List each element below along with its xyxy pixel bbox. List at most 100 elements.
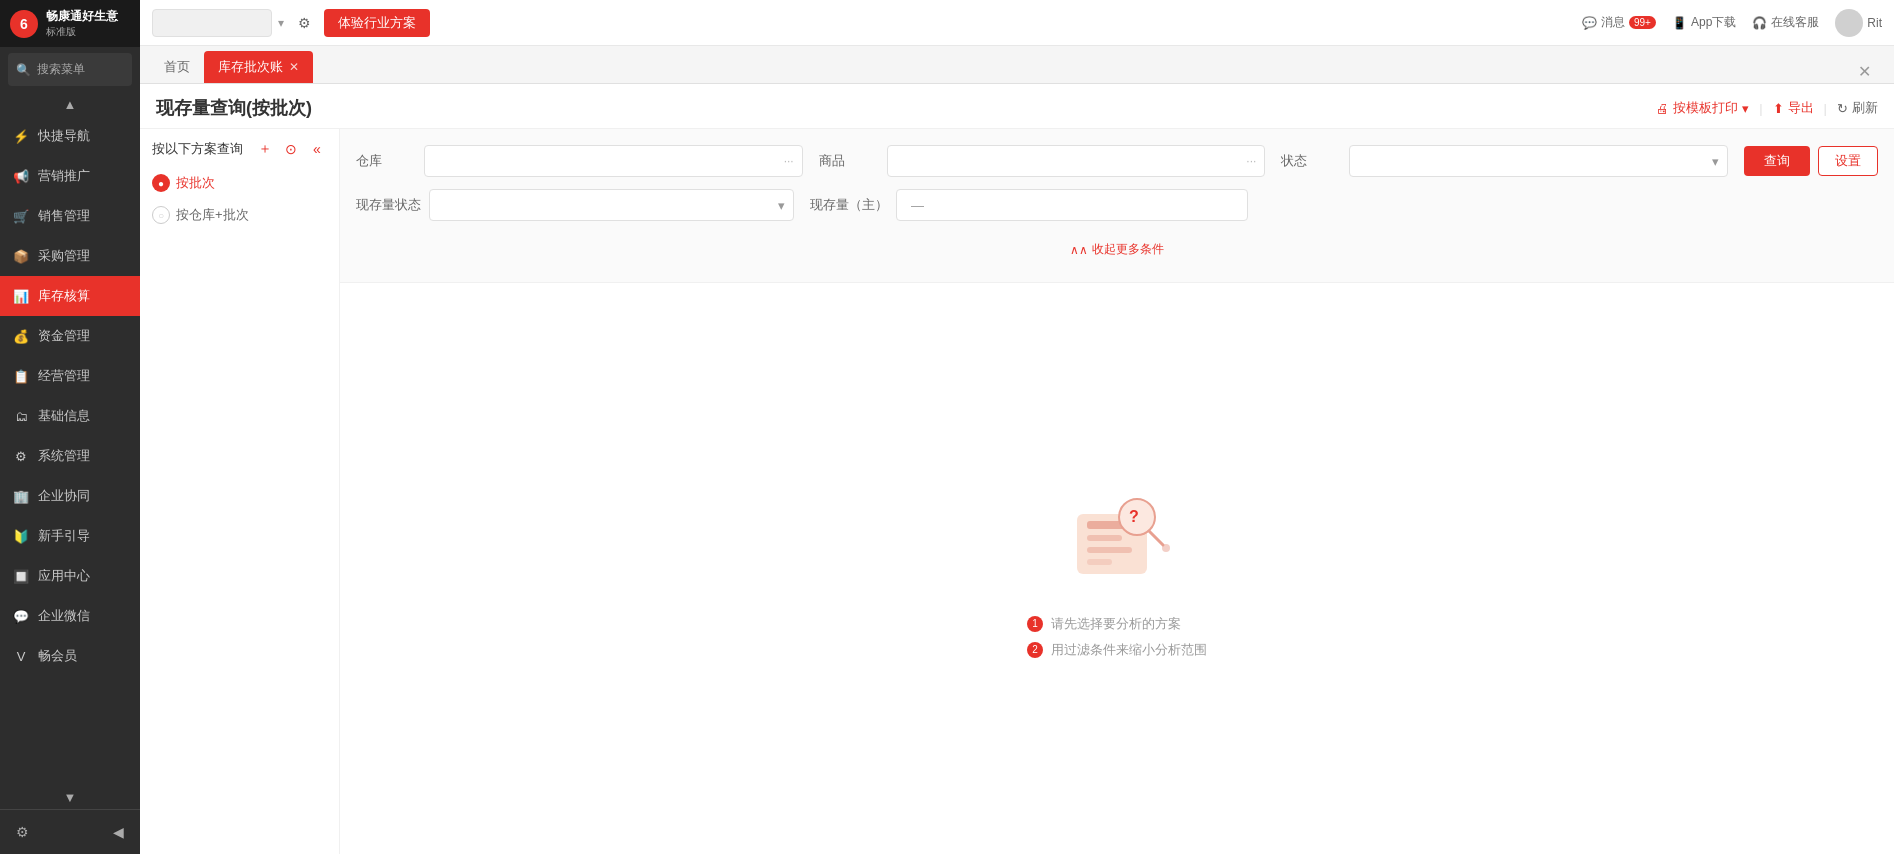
svg-point-8: [1162, 544, 1170, 552]
status-dropdown-icon: ▾: [1712, 154, 1719, 169]
topbar: ▾ ⚙ 体验行业方案 💬 消息 99+ 📱 App下载 🎧 在线客服 Rit: [140, 0, 1894, 46]
scheme-by-warehouse-batch[interactable]: ○ 按仓库+批次: [140, 199, 339, 231]
filter-row-1: 仓库 ··· 商品 ···: [356, 145, 1878, 177]
sidebar-item-label: 营销推广: [38, 167, 90, 185]
sidebar-scroll-up[interactable]: ▲: [0, 92, 140, 116]
settings-btn[interactable]: 设置: [1818, 146, 1878, 176]
filter-warehouse: 仓库 ···: [356, 145, 803, 177]
content-area: 现存量查询(按批次) 🖨 按模板打印 ▾ | ⬆ 导出 | ↻ 刷新: [140, 84, 1894, 854]
guide-icon: 🔰: [12, 527, 30, 545]
company-name: 畅康通好生意: [46, 8, 118, 25]
sidebar-item-apps[interactable]: 🔲 应用中心: [0, 556, 140, 596]
empty-state: ? 1 请先选择要分析的方案 2 用过滤条件来缩小分析范围: [340, 283, 1894, 854]
status-label: 状态: [1281, 152, 1341, 170]
collapse-panel-btn[interactable]: «: [307, 139, 327, 159]
empty-tips: 1 请先选择要分析的方案 2 用过滤条件来缩小分析范围: [1027, 615, 1207, 659]
user-action[interactable]: Rit: [1835, 9, 1882, 37]
stock-status-select[interactable]: ▾: [429, 189, 794, 221]
print-dropdown-icon: ▾: [1742, 101, 1749, 116]
search-label: 搜索菜单: [37, 61, 85, 78]
warehouse-input[interactable]: ···: [424, 145, 803, 177]
right-panel: 仓库 ··· 商品 ···: [340, 129, 1894, 854]
settings-scheme-btn[interactable]: ⊙: [281, 139, 301, 159]
experience-btn[interactable]: 体验行业方案: [324, 9, 430, 37]
sidebar-item-vip[interactable]: V 畅会员: [0, 636, 140, 676]
system-icon: ⚙: [12, 447, 30, 465]
sidebar-item-purchase[interactable]: 📦 采购管理: [0, 236, 140, 276]
scheme-inactive-icon: ○: [152, 206, 170, 224]
status-select[interactable]: ▾: [1349, 145, 1728, 177]
sidebar-item-inventory[interactable]: 📊 库存核算: [0, 276, 140, 316]
messages-action[interactable]: 💬 消息 99+: [1582, 14, 1656, 31]
tab-batch-account[interactable]: 库存批次账 ✕: [204, 51, 313, 83]
sidebar-item-label: 库存核算: [38, 287, 90, 305]
export-btn[interactable]: ⬆ 导出: [1773, 99, 1814, 117]
avatar: [1835, 9, 1863, 37]
close-panel-btn[interactable]: ✕: [1852, 59, 1876, 83]
service-icon: 🎧: [1752, 16, 1767, 30]
sidebar-footer: ⚙ ◀: [0, 809, 140, 854]
tab-close-icon[interactable]: ✕: [289, 60, 299, 74]
sidebar-item-label: 企业协同: [38, 487, 90, 505]
empty-illustration: ?: [1057, 479, 1177, 599]
refresh-btn[interactable]: ↻ 刷新: [1837, 99, 1878, 117]
sidebar-search[interactable]: 🔍 搜索菜单: [8, 53, 132, 86]
sidebar-item-sales[interactable]: 🛒 销售管理: [0, 196, 140, 236]
stock-qty-range[interactable]: —: [896, 189, 1248, 221]
scheme-by-warehouse-batch-label: 按仓库+批次: [176, 206, 249, 224]
tab-home[interactable]: 首页: [150, 51, 204, 83]
sidebar-item-quick-nav[interactable]: ⚡ 快捷导航: [0, 116, 140, 156]
sidebar-item-basic[interactable]: 🗂 基础信息: [0, 396, 140, 436]
sidebar-settings-icon[interactable]: ⚙: [8, 818, 36, 846]
goods-input[interactable]: ···: [887, 145, 1266, 177]
tip-text-2: 用过滤条件来缩小分析范围: [1051, 641, 1207, 659]
enterprise-icon: 🏢: [12, 487, 30, 505]
online-service-action[interactable]: 🎧 在线客服: [1752, 14, 1819, 31]
svg-text:?: ?: [1129, 508, 1139, 525]
sidebar-item-wechat[interactable]: 💬 企业微信: [0, 596, 140, 636]
collapse-label: 收起更多条件: [1092, 241, 1164, 258]
refresh-icon: ↻: [1837, 101, 1848, 116]
sidebar-collapse-icon[interactable]: ◀: [104, 818, 132, 846]
filter-stock-quantity: 现存量（主） —: [810, 189, 1248, 221]
add-scheme-btn[interactable]: ＋: [255, 139, 275, 159]
goods-more-icon[interactable]: ···: [1246, 154, 1256, 168]
scheme-active-icon: ●: [152, 174, 170, 192]
messages-badge: 99+: [1629, 16, 1656, 29]
topbar-search-input[interactable]: [152, 9, 272, 37]
sidebar-item-label: 采购管理: [38, 247, 90, 265]
empty-tip-2: 2 用过滤条件来缩小分析范围: [1027, 641, 1207, 659]
sidebar-scroll-down[interactable]: ▼: [0, 785, 140, 809]
sidebar-item-system[interactable]: ⚙ 系统管理: [0, 436, 140, 476]
scheme-by-batch-label: 按批次: [176, 174, 215, 192]
stock-status-label: 现存量状态: [356, 196, 421, 214]
tab-home-label: 首页: [164, 58, 190, 76]
range-dash: —: [911, 198, 924, 213]
topbar-right: 💬 消息 99+ 📱 App下载 🎧 在线客服 Rit: [1582, 9, 1882, 37]
collapse-up-icon: ∧∧: [1070, 243, 1088, 257]
print-btn[interactable]: 🖨 按模板打印 ▾: [1656, 99, 1749, 117]
tip-text-1: 请先选择要分析的方案: [1051, 615, 1181, 633]
warehouse-more-icon[interactable]: ···: [784, 154, 794, 168]
scheme-by-batch[interactable]: ● 按批次: [140, 167, 339, 199]
empty-tip-1: 1 请先选择要分析的方案: [1027, 615, 1207, 633]
stock-status-dropdown-icon: ▾: [778, 198, 785, 213]
sidebar-item-marketing[interactable]: 📢 营销推广: [0, 156, 140, 196]
service-label: 在线客服: [1771, 14, 1819, 31]
collapse-row[interactable]: ∧∧ 收起更多条件: [356, 233, 1878, 266]
refresh-label: 刷新: [1852, 99, 1878, 117]
sidebar-item-guide[interactable]: 🔰 新手引导: [0, 516, 140, 556]
sidebar-item-label: 快捷导航: [38, 127, 90, 145]
sidebar-item-finance[interactable]: 💰 资金管理: [0, 316, 140, 356]
sidebar: 6 畅康通好生意 标准版 🔍 搜索菜单 ▲ ⚡ 快捷导航 📢 营销推广 🛒 销售…: [0, 0, 140, 854]
left-panel-header: 按以下方案查询 ＋ ⊙ «: [140, 139, 339, 167]
topbar-dropdown-icon[interactable]: ▾: [278, 16, 284, 30]
query-btn[interactable]: 查询: [1744, 146, 1810, 176]
app-download-action[interactable]: 📱 App下载: [1672, 14, 1736, 31]
export-icon: ⬆: [1773, 101, 1784, 116]
topbar-gear-icon[interactable]: ⚙: [290, 9, 318, 37]
sidebar-item-enterprise[interactable]: 🏢 企业协同: [0, 476, 140, 516]
wechat-icon: 💬: [12, 607, 30, 625]
sidebar-item-operation[interactable]: 📋 经营管理: [0, 356, 140, 396]
topbar-left: ▾ ⚙ 体验行业方案: [152, 9, 1572, 37]
